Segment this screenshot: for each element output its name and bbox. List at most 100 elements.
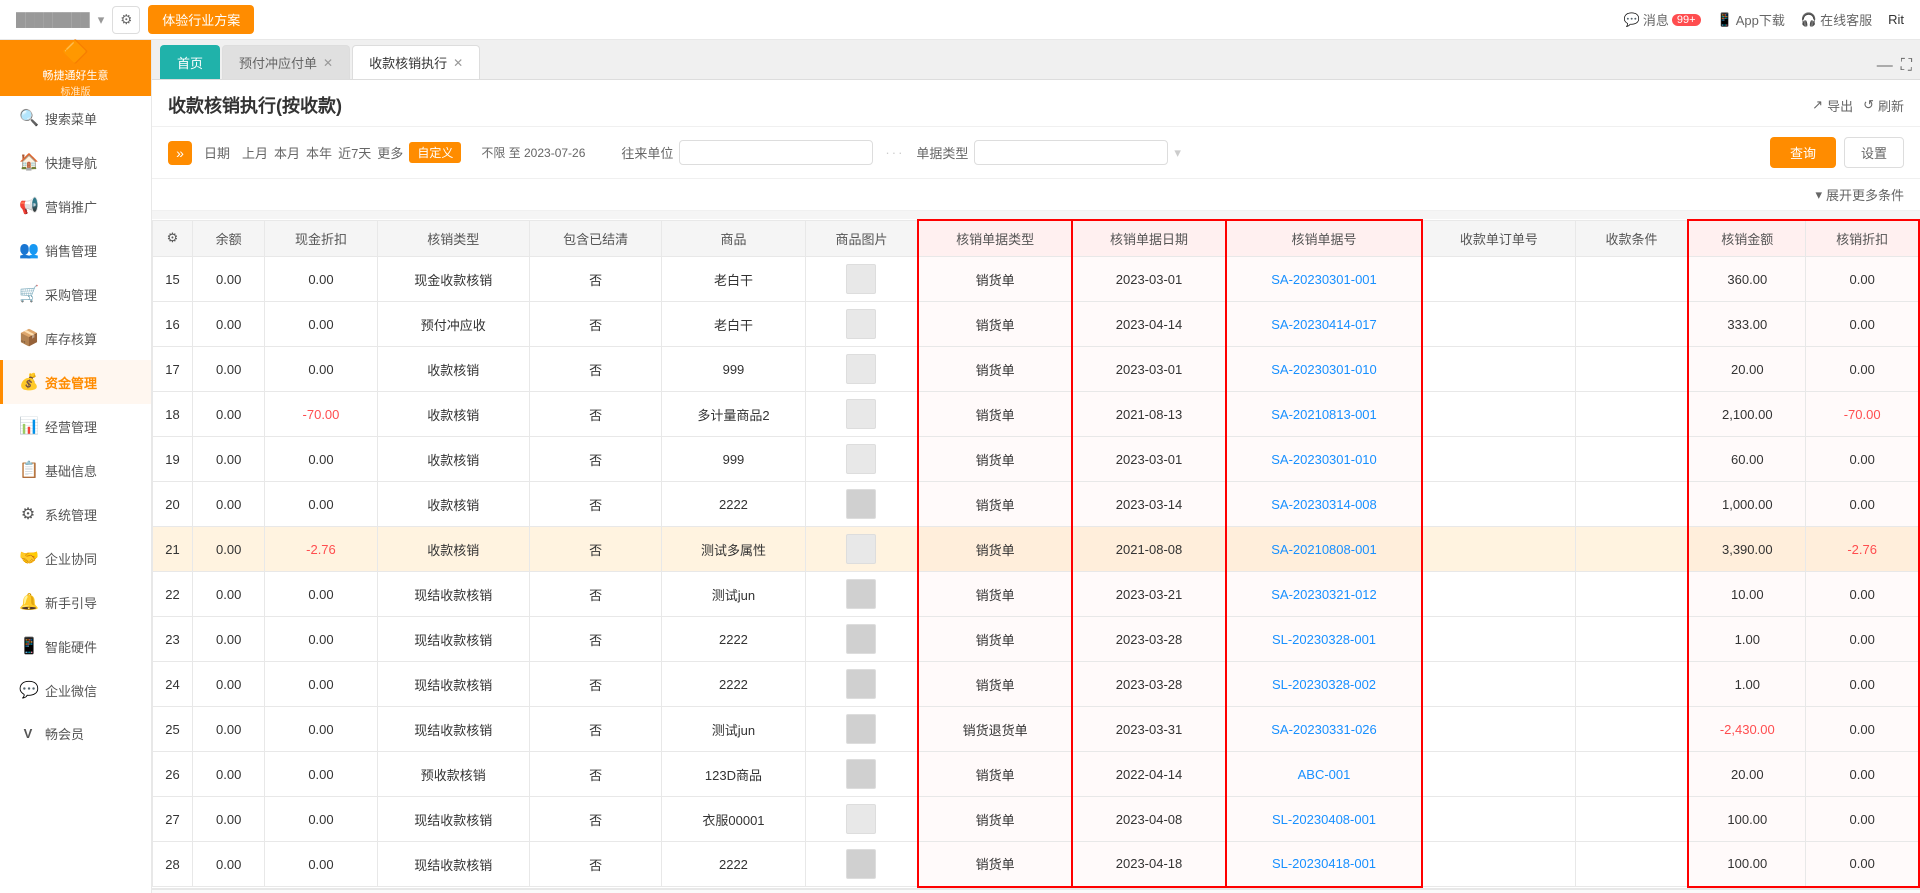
cell-rownum: 24 [153,662,193,707]
voucher-type-input[interactable] [974,140,1168,165]
col-goods-image: 商品图片 [805,220,918,257]
cell-cancel-discount: 0.00 [1806,482,1919,527]
cell-cancel-voucher-type: 销货单 [918,347,1072,392]
sidebar-item-operation[interactable]: 📊 经营管理 [0,404,151,448]
col-cancel-date: 核销单据日期 [1072,220,1226,257]
partner-input[interactable] [679,140,873,165]
expand-more-btn[interactable]: ▾ 展开更多条件 [1815,185,1904,204]
tab-maximize-btn[interactable]: ⛶ [1901,57,1912,75]
filter-expand-btn[interactable]: » [168,141,192,165]
logo-icon: 🔶 [62,39,89,65]
sidebar-item-enterprise[interactable]: 🤝 企业协同 [0,536,151,580]
cancel-no-link[interactable]: SA-20230301-010 [1271,362,1377,377]
table-row: 26 0.00 0.00 预收款核销 否 123D商品 销货单 2022-04-… [153,752,1920,797]
cancel-no-link[interactable]: SL-20230328-002 [1272,677,1376,692]
cancel-no-link[interactable]: SA-20230314-008 [1271,497,1377,512]
cell-cancel-date: 2023-03-31 [1072,707,1226,752]
app-download[interactable]: 📱 App下载 [1717,10,1785,29]
tab-home[interactable]: 首页 [160,45,220,79]
gear-button[interactable]: ⚙ [112,6,140,34]
cell-receipt-condition [1575,257,1688,302]
tab-prepay-close[interactable]: ✕ [323,56,333,70]
col-cash-discount: 现金折扣 [265,220,377,257]
sidebar-item-purchase[interactable]: 🛒 采购管理 [0,272,151,316]
sidebar-item-sales[interactable]: 👥 销售管理 [0,228,151,272]
cell-cancel-discount: -2.76 [1806,527,1919,572]
cancel-no-link[interactable]: SL-20230328-001 [1272,632,1376,647]
cell-cancel-date: 2023-03-21 [1072,572,1226,617]
date-this-month[interactable]: 本月 [274,143,300,162]
cell-goods-image [805,347,918,392]
cell-receipt-condition [1575,797,1688,842]
cancel-no-link[interactable]: SA-20230301-010 [1271,452,1377,467]
query-btn[interactable]: 查询 [1770,137,1836,168]
sidebar-item-system[interactable]: ⚙ 系统管理 [0,492,151,536]
date-7days[interactable]: 近7天 [338,143,371,162]
cell-cancel-discount: 0.00 [1806,842,1919,887]
settings-btn[interactable]: 设置 [1844,137,1904,168]
cell-goods-image [805,752,918,797]
refresh-btn[interactable]: ↺ 刷新 [1863,96,1904,115]
message-area[interactable]: 💬 消息 99+ [1624,10,1701,29]
cell-rownum: 15 [153,257,193,302]
cancel-no-link[interactable]: SA-20230414-017 [1271,317,1377,332]
cell-cancel-type: 现结收款核销 [377,617,529,662]
cancel-no-link[interactable]: SA-20230331-026 [1271,722,1377,737]
cell-receipt-condition [1575,752,1688,797]
cancel-no-link[interactable]: ABC-001 [1298,767,1351,782]
sidebar-item-basic[interactable]: 📋 基础信息 [0,448,151,492]
tab-minimize-btn[interactable]: — [1877,57,1893,75]
tab-actions: — ⛶ [1877,57,1912,79]
cell-rownum: 16 [153,302,193,347]
tab-receipt-close[interactable]: ✕ [453,56,463,70]
cell-receipt-condition [1575,392,1688,437]
table-row: 17 0.00 0.00 收款核销 否 999 销货单 2023-03-01 S… [153,347,1920,392]
cell-cancel-discount: 0.00 [1806,572,1919,617]
finance-icon: 💰 [19,372,37,392]
cell-receipt-order-no [1422,707,1575,752]
sidebar-item-member[interactable]: V 畅会员 [0,712,151,755]
cancel-no-link[interactable]: SA-20230301-001 [1271,272,1377,287]
sidebar-item-guide[interactable]: 🔔 新手引导 [0,580,151,624]
date-this-year[interactable]: 本年 [306,143,332,162]
cell-receipt-order-no [1422,257,1575,302]
date-more[interactable]: 更多 [377,143,403,162]
cell-rownum: 21 [153,527,193,572]
online-service[interactable]: 🎧 在线客服 [1801,10,1872,29]
date-links: 上月 本月 本年 近7天 更多 自定义 [242,142,461,163]
industry-solution-btn[interactable]: 体验行业方案 [148,5,254,34]
cell-cancel-date: 2023-03-28 [1072,617,1226,662]
cell-balance: 0.00 [193,617,265,662]
cell-cancel-amount: 60.00 [1688,437,1806,482]
sidebar-item-quick-nav[interactable]: 🏠 快捷导航 [0,140,151,184]
sidebar-item-finance[interactable]: 💰 资金管理 [0,360,151,404]
sidebar-item-inventory[interactable]: 📦 库存核算 [0,316,151,360]
date-custom[interactable]: 自定义 [409,142,461,163]
tab-receipt[interactable]: 收款核销执行 ✕ [352,45,480,79]
export-icon: ↗ [1812,97,1823,113]
sidebar-item-hardware[interactable]: 📱 智能硬件 [0,624,151,668]
cancel-no-link[interactable]: SA-20210813-001 [1271,407,1377,422]
cell-cash-discount: 0.00 [265,482,377,527]
table-row: 28 0.00 0.00 现结收款核销 否 2222 销货单 2023-04-1… [153,842,1920,887]
export-btn[interactable]: ↗ 导出 [1812,96,1853,115]
col-gear[interactable]: ⚙ [153,220,193,257]
cancel-no-link[interactable]: SA-20230321-012 [1271,587,1377,602]
cancel-no-link[interactable]: SA-20210808-001 [1271,542,1377,557]
cell-receipt-condition [1575,527,1688,572]
cancel-no-link[interactable]: SL-20230408-001 [1272,812,1376,827]
sidebar-item-search[interactable]: 🔍 搜索菜单 [0,96,151,140]
tab-prepay[interactable]: 预付冲应付单 ✕ [222,45,350,79]
date-last-month[interactable]: 上月 [242,143,268,162]
sidebar-item-wechat[interactable]: 💬 企业微信 [0,668,151,712]
cell-cancel-voucher-type: 销货单 [918,527,1072,572]
cell-cancel-discount: 0.00 [1806,707,1919,752]
sidebar-item-marketing[interactable]: 📢 营销推广 [0,184,151,228]
marketing-icon: 📢 [19,196,37,216]
cell-goods: 老白干 [662,302,805,347]
cancel-no-link[interactable]: SL-20230418-001 [1272,856,1376,871]
cell-include-settled: 否 [529,617,661,662]
goods-image-placeholder [846,444,876,474]
cell-cancel-date: 2023-04-18 [1072,842,1226,887]
goods-image-thumb [846,849,876,879]
